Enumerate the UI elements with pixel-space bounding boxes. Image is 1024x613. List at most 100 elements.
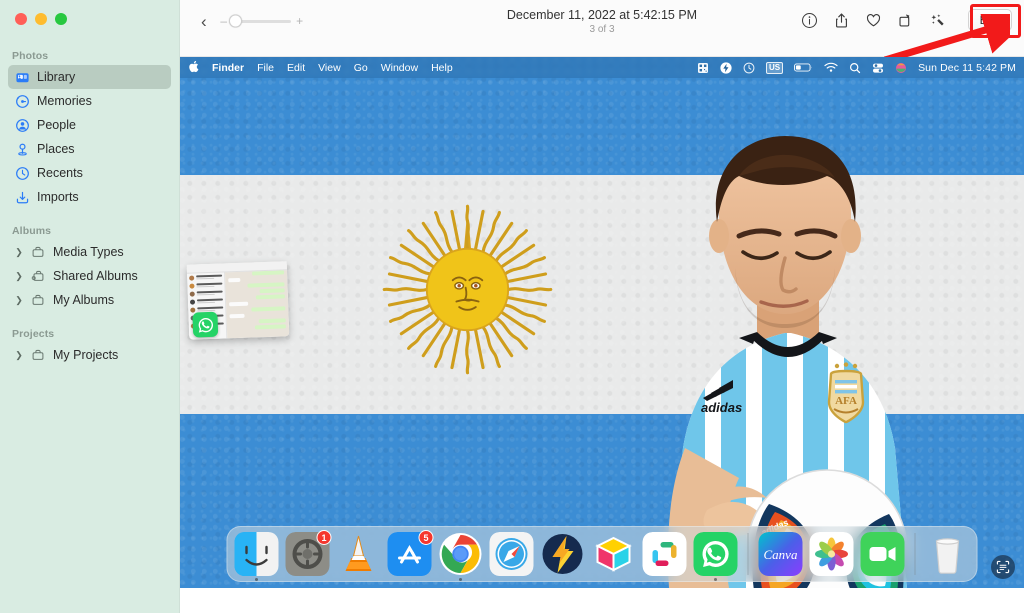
menu-file[interactable]: File	[257, 62, 274, 74]
trash-icon	[935, 538, 960, 574]
siri-icon[interactable]	[895, 62, 907, 74]
favorite-heart-icon[interactable]	[864, 11, 883, 30]
badge-count: 5	[418, 530, 434, 545]
running-indicator	[255, 578, 258, 581]
sidebar-item-memories[interactable]: Memories	[8, 89, 171, 113]
window-controls	[0, 0, 179, 25]
shared-folder-icon	[30, 268, 46, 284]
info-icon[interactable]	[800, 11, 819, 30]
edit-button[interactable]: Edit	[968, 9, 1012, 31]
menu-window[interactable]: Window	[381, 62, 418, 74]
sidebar-item-library[interactable]: Library	[8, 65, 171, 89]
recents-icon	[14, 165, 30, 181]
sidebar-item-my-albums[interactable]: ❯ My Albums	[8, 288, 171, 312]
dock-item-whatsapp[interactable]	[693, 532, 738, 581]
chevron-right-icon[interactable]: ❯	[14, 350, 24, 361]
photos-app-window: Photos Library Memories People Places Re…	[0, 0, 1024, 613]
dock-item-chrome[interactable]	[439, 532, 483, 581]
live-text-icon	[996, 560, 1010, 574]
apple-menu-icon[interactable]	[188, 60, 199, 75]
input-source-indicator[interactable]: US	[765, 61, 784, 74]
dock-item-box-app[interactable]	[592, 532, 636, 576]
toolbar: ‹ – + December 11, 2022 at 5:42:15 PM 3 …	[180, 0, 1024, 64]
sidebar-item-media-types[interactable]: ❯ Media Types	[8, 240, 171, 264]
close-button[interactable]	[15, 13, 27, 25]
zoom-slider-track[interactable]	[228, 14, 291, 28]
dock-item-photos[interactable]	[809, 532, 854, 576]
sidebar-item-places[interactable]: Places	[8, 137, 171, 161]
photo-image[interactable]: Finder File Edit View Go Window Help US …	[180, 57, 1024, 588]
zoom-slider[interactable]: – +	[220, 14, 304, 28]
afa-crest: AFA	[827, 362, 865, 424]
dock-item-facetime[interactable]	[860, 532, 905, 576]
sidebar-item-imports[interactable]: Imports	[8, 185, 171, 209]
sidebar-section-albums: Albums ❯ Media Types ❯ Shared Albums ❯ M…	[0, 225, 179, 312]
menu-view[interactable]: View	[318, 62, 341, 74]
battery-icon[interactable]	[794, 62, 813, 73]
dock-item-slack[interactable]	[642, 532, 687, 576]
menu-edit[interactable]: Edit	[287, 62, 305, 74]
slack-icon	[642, 532, 687, 576]
dock-item-lightning-app[interactable]	[541, 532, 585, 576]
zoom-slider-knob[interactable]	[228, 14, 242, 28]
badge-count: 1	[316, 530, 332, 545]
dock-item-finder[interactable]	[234, 532, 279, 581]
toolbar-left: ‹ – +	[180, 0, 304, 32]
chevron-right-icon[interactable]: ❯	[14, 295, 24, 306]
chevron-right-icon[interactable]: ❯	[14, 247, 24, 258]
zoom-out-label[interactable]: –	[220, 15, 228, 27]
chevron-right-icon[interactable]: ❯	[14, 271, 24, 282]
dock-item-system-settings[interactable]: 1	[285, 530, 332, 576]
sidebar-item-recents[interactable]: Recents	[8, 161, 171, 185]
sun-of-may-emblem	[382, 204, 553, 375]
safari-icon	[489, 532, 534, 576]
sidebar-item-people[interactable]: People	[8, 113, 171, 137]
dock-item-canva[interactable]: Canva	[758, 532, 803, 576]
rotate-icon[interactable]	[896, 11, 915, 30]
folder-icon	[30, 292, 46, 308]
sidebar-item-label: Recents	[37, 166, 83, 180]
share-icon[interactable]	[832, 11, 851, 30]
sidebar-section-title: Albums	[12, 225, 52, 237]
menu-finder[interactable]: Finder	[212, 62, 244, 74]
vlc-icon	[345, 535, 372, 571]
whatsapp-conversation	[224, 261, 290, 339]
control-center-icon[interactable]	[872, 62, 884, 74]
sidebar-item-shared-albums[interactable]: ❯ Shared Albums	[8, 264, 171, 288]
finder-icon	[234, 532, 279, 576]
maximize-button[interactable]	[55, 13, 67, 25]
screenshot-icon[interactable]	[697, 62, 709, 74]
spotlight-search-icon[interactable]	[849, 62, 861, 74]
sidebar-item-label: Imports	[37, 190, 79, 204]
zoom-in-label[interactable]: +	[296, 15, 304, 27]
sidebar-section-projects: Projects ❯ My Projects	[0, 328, 179, 367]
menu-help[interactable]: Help	[431, 62, 453, 74]
dock-item-trash[interactable]	[926, 532, 970, 576]
toolbar-right: Edit	[800, 9, 1012, 31]
wifi-icon[interactable]	[824, 62, 838, 73]
sidebar: Photos Library Memories People Places Re…	[0, 0, 180, 613]
live-text-button[interactable]	[991, 555, 1015, 579]
dock-separator	[747, 533, 749, 575]
minimize-button[interactable]	[35, 13, 47, 25]
dock-separator	[914, 533, 916, 575]
sidebar-item-my-projects[interactable]: ❯ My Projects	[8, 343, 171, 367]
main-content: ‹ – + December 11, 2022 at 5:42:15 PM 3 …	[180, 0, 1024, 613]
sidebar-section-title: Photos	[12, 50, 49, 62]
library-icon	[14, 69, 30, 85]
running-indicator	[459, 578, 462, 581]
facetime-icon	[860, 532, 905, 576]
bolt-icon[interactable]	[720, 61, 732, 74]
sidebar-item-label: Media Types	[53, 245, 124, 259]
dock-item-safari[interactable]	[489, 532, 534, 576]
menu-go[interactable]: Go	[354, 62, 368, 74]
auto-enhance-icon[interactable]	[928, 11, 947, 30]
sidebar-item-label: Memories	[37, 94, 92, 108]
dock-item-vlc[interactable]	[337, 532, 381, 576]
sidebar-item-label: My Projects	[53, 348, 119, 362]
back-button[interactable]: ‹	[198, 13, 210, 30]
svg-text:adidas: adidas	[701, 400, 742, 415]
time-machine-icon[interactable]	[743, 62, 755, 74]
menubar-clock[interactable]: Sun Dec 11 5:42 PM	[918, 62, 1016, 74]
dock-item-app-store[interactable]: 5	[387, 530, 434, 576]
